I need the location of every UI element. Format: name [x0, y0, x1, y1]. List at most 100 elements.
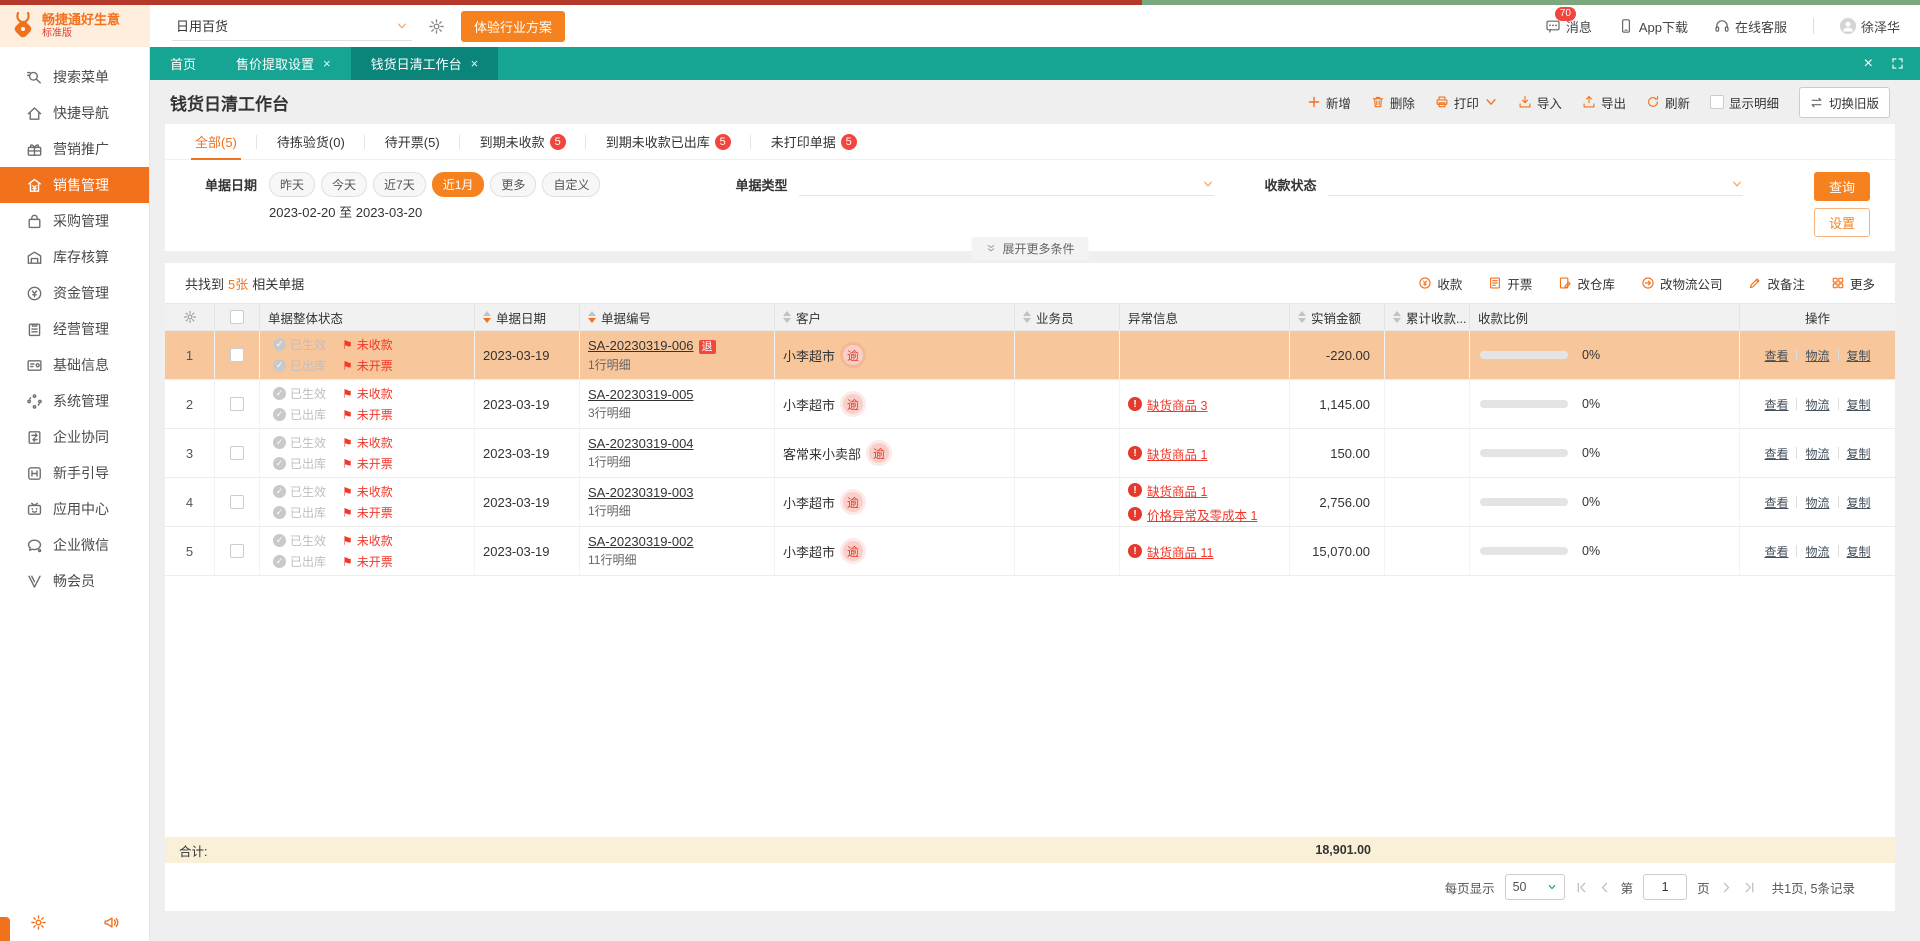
- batch-grid-button[interactable]: 更多: [1831, 274, 1875, 293]
- row-action-copy[interactable]: 复制: [1847, 396, 1871, 413]
- row-action-copy[interactable]: 复制: [1847, 494, 1871, 511]
- date-pill[interactable]: 昨天: [269, 172, 316, 197]
- messages-button[interactable]: 消息 70: [1545, 6, 1592, 36]
- window-tab[interactable]: 售价提取设置 ×: [216, 47, 351, 80]
- action-printer-button[interactable]: 打印: [1435, 93, 1498, 112]
- sidebar-item-clipboard[interactable]: 经营管理: [0, 311, 149, 347]
- row-checkbox[interactable]: [230, 495, 244, 509]
- action-trash-button[interactable]: 删除: [1371, 93, 1415, 112]
- chat-widget-edge[interactable]: [0, 917, 10, 941]
- exception-link[interactable]: ! 价格异常及零成本 1: [1128, 505, 1257, 524]
- filter-tab[interactable]: 待开票(5): [365, 124, 460, 159]
- sidebar-item-appcenter[interactable]: 应用中心: [0, 491, 149, 527]
- order-code-link[interactable]: SA-20230319-002: [588, 534, 694, 549]
- order-code-link[interactable]: SA-20230319-006: [588, 338, 694, 353]
- row-action-logistics[interactable]: 物流: [1805, 396, 1829, 413]
- column-header[interactable]: 业务员: [1015, 304, 1120, 330]
- row-action-copy[interactable]: 复制: [1847, 543, 1871, 560]
- exception-link[interactable]: ! 缺货商品 11: [1128, 542, 1213, 561]
- batch-warehouse-edit-button[interactable]: 改仓库: [1558, 274, 1615, 293]
- order-code-link[interactable]: SA-20230319-004: [588, 436, 694, 451]
- row-action-view[interactable]: 查看: [1764, 445, 1788, 462]
- filter-tab[interactable]: 到期未收款已出库 5: [586, 124, 751, 159]
- table-row[interactable]: 3 ✓ 已生效 ✓ 已出库 ⚑ 未收款 ⚑ 未开票 2023-03-19 SA-202303…: [165, 429, 1895, 478]
- user-menu[interactable]: 徐泽华: [1839, 17, 1900, 36]
- sidebar-gear-icon[interactable]: [30, 914, 47, 931]
- trial-plan-button[interactable]: 体验行业方案: [461, 10, 566, 42]
- table-row[interactable]: 5 ✓ 已生效 ✓ 已出库 ⚑ 未收款 ⚑ 未开票 2023-03-19 SA-202303…: [165, 527, 1895, 576]
- row-checkbox[interactable]: [230, 348, 244, 362]
- filter-tab[interactable]: 到期未收款 5: [460, 124, 586, 159]
- order-code-link[interactable]: SA-20230319-005: [588, 387, 694, 402]
- row-action-logistics[interactable]: 物流: [1805, 543, 1829, 560]
- sidebar-item-idcard[interactable]: 基础信息: [0, 347, 149, 383]
- action-plus-button[interactable]: 新增: [1307, 93, 1351, 112]
- row-action-view[interactable]: 查看: [1764, 543, 1788, 560]
- sidebar-item-system[interactable]: 系统管理: [0, 383, 149, 419]
- next-page-icon[interactable]: [1720, 881, 1733, 894]
- expand-more-conditions[interactable]: 展开更多条件: [971, 237, 1089, 260]
- per-page-select[interactable]: 50: [1504, 874, 1565, 900]
- date-pill[interactable]: 近7天: [373, 172, 426, 197]
- settings-gear-icon[interactable]: [428, 18, 445, 35]
- close-tab-icon[interactable]: ×: [471, 57, 479, 70]
- filter-tab[interactable]: 未打印单据 5: [751, 124, 877, 159]
- fullscreen-icon[interactable]: [1891, 57, 1904, 70]
- row-checkbox[interactable]: [230, 544, 244, 558]
- settings-button[interactable]: 设置: [1813, 208, 1870, 237]
- row-checkbox[interactable]: [230, 397, 244, 411]
- window-tab[interactable]: 钱货日清工作台 ×: [350, 47, 499, 80]
- row-action-logistics[interactable]: 物流: [1805, 445, 1829, 462]
- payment-status-select[interactable]: [1328, 172, 1744, 196]
- row-action-logistics[interactable]: 物流: [1805, 494, 1829, 511]
- sidebar-item-collab[interactable]: 企业协同: [0, 419, 149, 455]
- batch-receive-button[interactable]: 收款: [1418, 274, 1462, 293]
- row-action-view[interactable]: 查看: [1764, 396, 1788, 413]
- window-tab[interactable]: 首页: [150, 47, 216, 80]
- table-row[interactable]: 1 ✓ 已生效 ✓ 已出库 ⚑ 未收款 ⚑ 未开票 2023-03-19 SA-202303…: [165, 331, 1895, 380]
- batch-note-button[interactable]: 改备注: [1748, 274, 1805, 293]
- show-detail-toggle[interactable]: 显示明细: [1709, 93, 1779, 112]
- close-all-icon[interactable]: ×: [1864, 55, 1873, 72]
- prev-page-icon[interactable]: [1598, 881, 1611, 894]
- date-pill[interactable]: 今天: [321, 172, 368, 197]
- action-import-button[interactable]: 导入: [1518, 93, 1562, 112]
- doc-type-select[interactable]: [799, 172, 1215, 196]
- exception-link[interactable]: ! 缺货商品 1: [1128, 444, 1207, 463]
- first-page-icon[interactable]: [1575, 881, 1588, 894]
- column-header[interactable]: 累计收款...: [1385, 304, 1470, 330]
- exception-link[interactable]: ! 缺货商品 3: [1128, 395, 1207, 414]
- column-header[interactable]: 实销金额: [1290, 304, 1385, 330]
- row-action-copy[interactable]: 复制: [1847, 445, 1871, 462]
- app-download-button[interactable]: App下载: [1618, 17, 1688, 36]
- column-header[interactable]: 客户: [775, 304, 1015, 330]
- exception-link[interactable]: ! 缺货商品 1: [1128, 481, 1207, 500]
- row-action-logistics[interactable]: 物流: [1805, 347, 1829, 364]
- row-action-view[interactable]: 查看: [1764, 494, 1788, 511]
- sidebar-item-store[interactable]: 销售管理: [0, 167, 149, 203]
- announcement-megaphone-icon[interactable]: [103, 914, 120, 931]
- close-tab-icon[interactable]: ×: [323, 57, 331, 70]
- row-action-copy[interactable]: 复制: [1847, 347, 1871, 364]
- date-pill[interactable]: 更多: [490, 172, 537, 197]
- action-export-button[interactable]: 导出: [1582, 93, 1626, 112]
- date-pill[interactable]: 自定义: [542, 172, 601, 197]
- search-button[interactable]: 查询: [1813, 172, 1870, 201]
- sidebar-item-bag[interactable]: 采购管理: [0, 203, 149, 239]
- sidebar-item-newbie[interactable]: 新手引导: [0, 455, 149, 491]
- page-number-input[interactable]: [1643, 874, 1688, 900]
- sidebar-item-warehouse[interactable]: 库存核算: [0, 239, 149, 275]
- table-row[interactable]: 4 ✓ 已生效 ✓ 已出库 ⚑ 未收款 ⚑ 未开票 2023-03-19 SA-202303…: [165, 478, 1895, 527]
- row-checkbox[interactable]: [230, 446, 244, 460]
- show-detail-checkbox[interactable]: [1709, 95, 1724, 109]
- table-row[interactable]: 2 ✓ 已生效 ✓ 已出库 ⚑ 未收款 ⚑ 未开票 2023-03-19 SA-202303…: [165, 380, 1895, 429]
- sidebar-item-wechat[interactable]: 企业微信: [0, 527, 149, 563]
- action-refresh-button[interactable]: 刷新: [1646, 93, 1690, 112]
- row-action-view[interactable]: 查看: [1764, 347, 1788, 364]
- sidebar-item-member[interactable]: 畅会员: [0, 563, 149, 599]
- online-service-button[interactable]: 在线客服: [1714, 17, 1787, 36]
- batch-invoice-button[interactable]: 开票: [1488, 274, 1532, 293]
- sidebar-item-money[interactable]: 资金管理: [0, 275, 149, 311]
- filter-tab[interactable]: 全部(5): [175, 124, 257, 160]
- column-header[interactable]: 单据日期: [475, 304, 580, 330]
